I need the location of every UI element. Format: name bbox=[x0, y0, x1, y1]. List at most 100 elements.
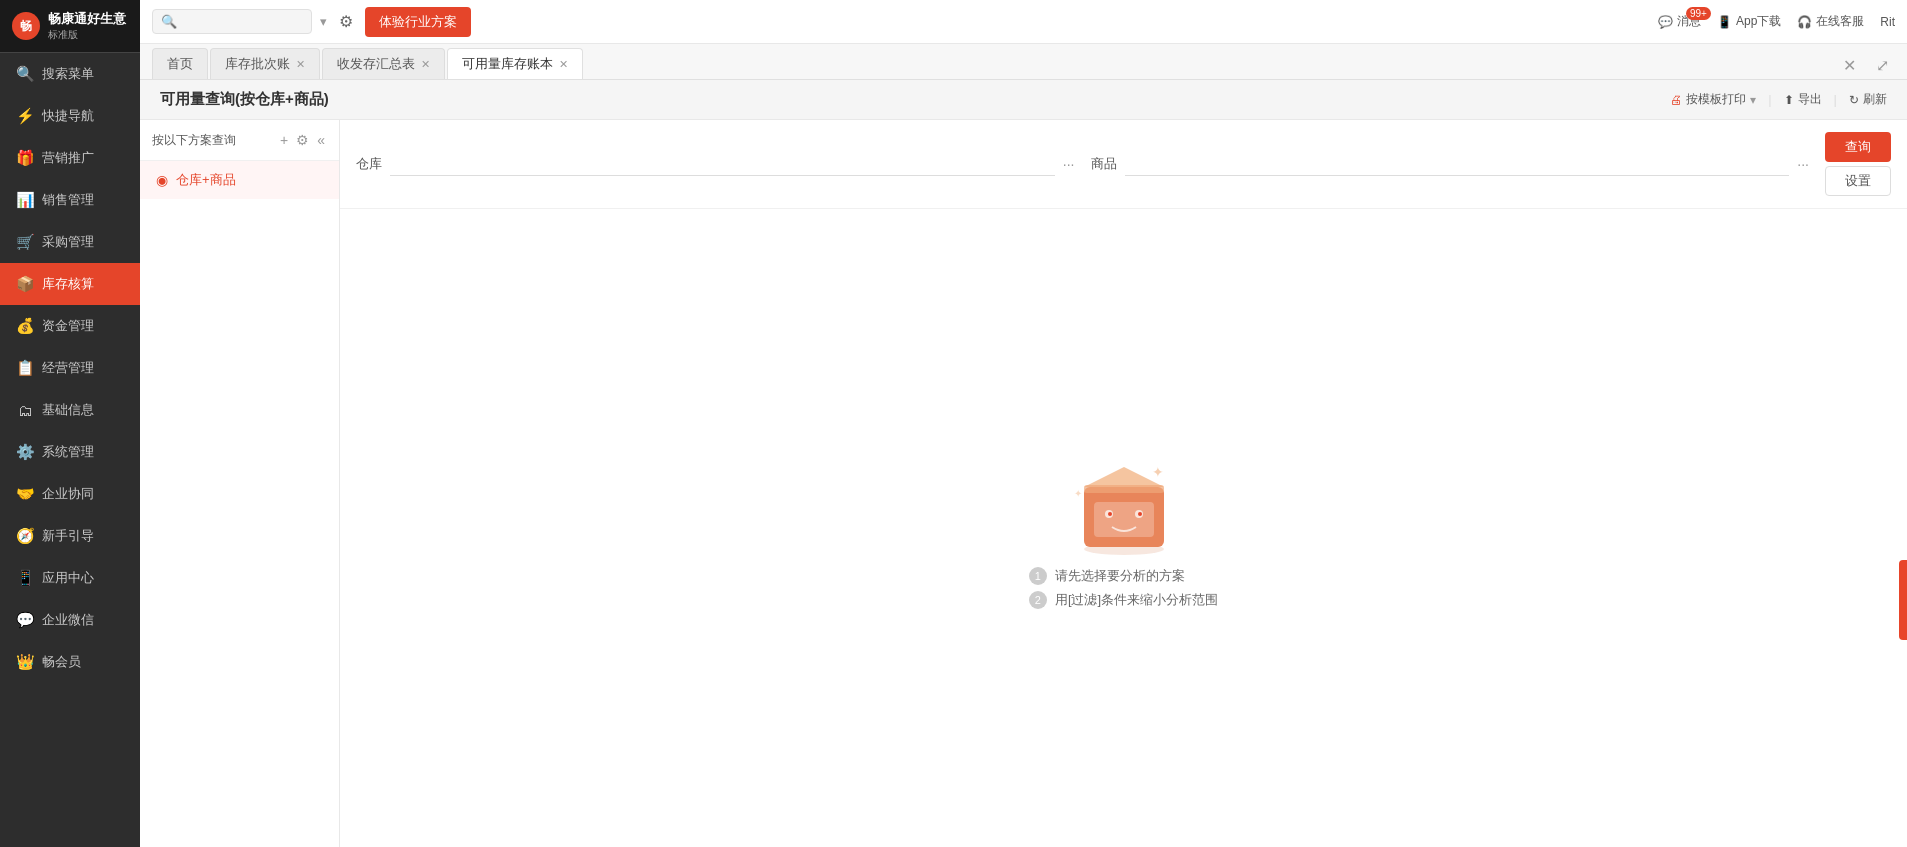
sidebar-item-label: 搜索菜单 bbox=[42, 65, 94, 83]
tab-available-label: 可用量库存账本 bbox=[462, 55, 553, 73]
sidebar-item-finance[interactable]: 💰 资金管理 bbox=[0, 305, 140, 347]
handshake-icon: 🤝 bbox=[16, 485, 34, 503]
tab-batch[interactable]: 库存批次账 ✕ bbox=[210, 48, 320, 79]
sidebar-item-marketing[interactable]: 🎁 营销推广 bbox=[0, 137, 140, 179]
sidebar: 畅 畅康通好生意 标准版 🔍 搜索菜单 ⚡ 快捷导航 🎁 营销推广 📊 销售管理… bbox=[0, 0, 140, 847]
export-action[interactable]: ⬆ 导出 bbox=[1784, 91, 1822, 108]
sidebar-item-system[interactable]: ⚙️ 系统管理 bbox=[0, 431, 140, 473]
tab-available-close[interactable]: ✕ bbox=[559, 58, 568, 71]
app-download-button[interactable]: 📱 App下载 bbox=[1717, 13, 1781, 30]
goods-filter-input[interactable] bbox=[1125, 152, 1790, 176]
sidebar-item-newbie[interactable]: 🧭 新手引导 bbox=[0, 515, 140, 557]
topbar: 🔍 ▾ ⚙ 体验行业方案 💬 消息 99+ 📱 App下载 🎧 在线客服 Rit bbox=[140, 0, 1907, 44]
empty-state: ✦ ✦ 1 请先选择要分析的方案 2 用[过滤]条件来缩小分析范围 bbox=[340, 209, 1907, 847]
scheme-item-warehouse-goods[interactable]: ◉ 仓库+商品 bbox=[140, 161, 339, 199]
hint-num-1: 1 bbox=[1029, 567, 1047, 585]
trial-industry-button[interactable]: 体验行业方案 bbox=[365, 7, 471, 37]
tab-batch-close[interactable]: ✕ bbox=[296, 58, 305, 71]
sidebar-item-label: 畅会员 bbox=[42, 653, 81, 671]
sidebar-item-enterprise[interactable]: 🤝 企业协同 bbox=[0, 473, 140, 515]
sidebar-item-purchase[interactable]: 🛒 采购管理 bbox=[0, 221, 140, 263]
sidebar-item-search[interactable]: 🔍 搜索菜单 bbox=[0, 53, 140, 95]
sidebar-item-member[interactable]: 👑 畅会员 bbox=[0, 641, 140, 683]
print-dropdown-icon[interactable]: ▾ bbox=[1750, 93, 1756, 107]
query-button[interactable]: 查询 bbox=[1825, 132, 1891, 162]
chart-icon: 📊 bbox=[16, 191, 34, 209]
close-window-icon[interactable]: ✕ bbox=[1837, 52, 1862, 79]
warehouse-more-icon[interactable]: ··· bbox=[1063, 156, 1075, 172]
warehouse-filter-input[interactable] bbox=[390, 152, 1055, 176]
sidebar-nav: 🔍 搜索菜单 ⚡ 快捷导航 🎁 营销推广 📊 销售管理 🛒 采购管理 📦 库存核… bbox=[0, 53, 140, 847]
scheme-add-button[interactable]: + bbox=[278, 130, 290, 150]
sidebar-item-label: 快捷导航 bbox=[42, 107, 94, 125]
lightning-icon: ⚡ bbox=[16, 107, 34, 125]
sidebar-item-label: 企业微信 bbox=[42, 611, 94, 629]
filter-settings-button[interactable]: 设置 bbox=[1825, 166, 1891, 196]
tab-home[interactable]: 首页 bbox=[152, 48, 208, 79]
sidebar-item-label: 经营管理 bbox=[42, 359, 94, 377]
empty-illustration: ✦ ✦ bbox=[1064, 447, 1184, 547]
page-actions: 🖨 按模板打印 ▾ | ⬆ 导出 | ↻ 刷新 bbox=[1670, 91, 1887, 108]
svg-point-7 bbox=[1138, 512, 1142, 516]
sidebar-item-appstore[interactable]: 📱 应用中心 bbox=[0, 557, 140, 599]
scheme-settings-button[interactable]: ⚙ bbox=[294, 130, 311, 150]
search-input[interactable] bbox=[181, 15, 281, 29]
sidebar-item-label: 资金管理 bbox=[42, 317, 94, 335]
tab-batch-label: 库存批次账 bbox=[225, 55, 290, 73]
filter-row: 仓库 ··· 商品 ··· 查询 设置 bbox=[340, 120, 1907, 209]
customer-service-button[interactable]: 🎧 在线客服 bbox=[1797, 13, 1864, 30]
app-logo: 畅 bbox=[12, 12, 40, 40]
search-icon: 🔍 bbox=[161, 14, 177, 29]
expand-window-icon[interactable]: ⤢ bbox=[1870, 52, 1895, 79]
search-box[interactable]: 🔍 bbox=[152, 9, 312, 34]
topbar-actions: 💬 消息 99+ 📱 App下载 🎧 在线客服 Rit bbox=[1658, 13, 1895, 30]
sidebar-item-sales[interactable]: 📊 销售管理 bbox=[0, 179, 140, 221]
tab-home-label: 首页 bbox=[167, 55, 193, 73]
divider: | bbox=[1768, 92, 1771, 107]
customer-service-label: 在线客服 bbox=[1816, 13, 1864, 30]
refresh-action[interactable]: ↻ 刷新 bbox=[1849, 91, 1887, 108]
warehouse-filter-group: 仓库 ··· bbox=[356, 152, 1075, 176]
svg-rect-2 bbox=[1084, 485, 1164, 493]
hint-num-2: 2 bbox=[1029, 591, 1047, 609]
gear-icon: ⚙️ bbox=[16, 443, 34, 461]
tab-summary-close[interactable]: ✕ bbox=[421, 58, 430, 71]
mobile-icon: 📱 bbox=[16, 569, 34, 587]
main-area: 🔍 ▾ ⚙ 体验行业方案 💬 消息 99+ 📱 App下载 🎧 在线客服 Rit bbox=[140, 0, 1907, 847]
empty-hint-2: 2 用[过滤]条件来缩小分析范围 bbox=[1029, 591, 1218, 609]
export-icon: ⬆ bbox=[1784, 93, 1794, 107]
money-icon: 💰 bbox=[16, 317, 34, 335]
filter-area: 仓库 ··· 商品 ··· 查询 设置 bbox=[340, 120, 1907, 847]
search-icon: 🔍 bbox=[16, 65, 34, 83]
print-action[interactable]: 🖨 按模板打印 ▾ bbox=[1670, 91, 1756, 108]
print-icon: 🖨 bbox=[1670, 93, 1682, 107]
sidebar-item-wechat[interactable]: 💬 企业微信 bbox=[0, 599, 140, 641]
sidebar-item-basic[interactable]: 🗂 基础信息 bbox=[0, 389, 140, 431]
scheme-header-actions: + ⚙ « bbox=[278, 130, 327, 150]
page-title: 可用量查询(按仓库+商品) bbox=[160, 90, 329, 109]
user-menu[interactable]: Rit bbox=[1880, 15, 1895, 29]
headset-icon: 🎧 bbox=[1797, 15, 1812, 29]
content-area: 按以下方案查询 + ⚙ « ◉ 仓库+商品 仓库 ··· bbox=[140, 120, 1907, 847]
export-label: 导出 bbox=[1798, 91, 1822, 108]
goods-more-icon[interactable]: ··· bbox=[1797, 156, 1809, 172]
window-controls: ✕ ⤢ bbox=[1837, 52, 1895, 79]
goods-filter-group: 商品 ··· bbox=[1091, 152, 1810, 176]
message-button[interactable]: 💬 消息 99+ bbox=[1658, 13, 1701, 30]
scheme-collapse-button[interactable]: « bbox=[315, 130, 327, 150]
scheme-panel: 按以下方案查询 + ⚙ « ◉ 仓库+商品 bbox=[140, 120, 340, 847]
app-edition: 标准版 bbox=[48, 28, 126, 42]
right-scroll-indicator[interactable] bbox=[1899, 560, 1907, 640]
scheme-header-title: 按以下方案查询 bbox=[152, 132, 236, 149]
sidebar-item-operation[interactable]: 📋 经营管理 bbox=[0, 347, 140, 389]
folder-icon: 🗂 bbox=[16, 402, 34, 419]
refresh-label: 刷新 bbox=[1863, 91, 1887, 108]
sidebar-item-shortcut[interactable]: ⚡ 快捷导航 bbox=[0, 95, 140, 137]
tab-available[interactable]: 可用量库存账本 ✕ bbox=[447, 48, 583, 79]
settings-icon[interactable]: ⚙ bbox=[335, 8, 357, 35]
scheme-header: 按以下方案查询 + ⚙ « bbox=[140, 120, 339, 161]
tab-summary[interactable]: 收发存汇总表 ✕ bbox=[322, 48, 445, 79]
sidebar-item-inventory[interactable]: 📦 库存核算 bbox=[0, 263, 140, 305]
dropdown-icon[interactable]: ▾ bbox=[320, 14, 327, 29]
box-icon: 📦 bbox=[16, 275, 34, 293]
